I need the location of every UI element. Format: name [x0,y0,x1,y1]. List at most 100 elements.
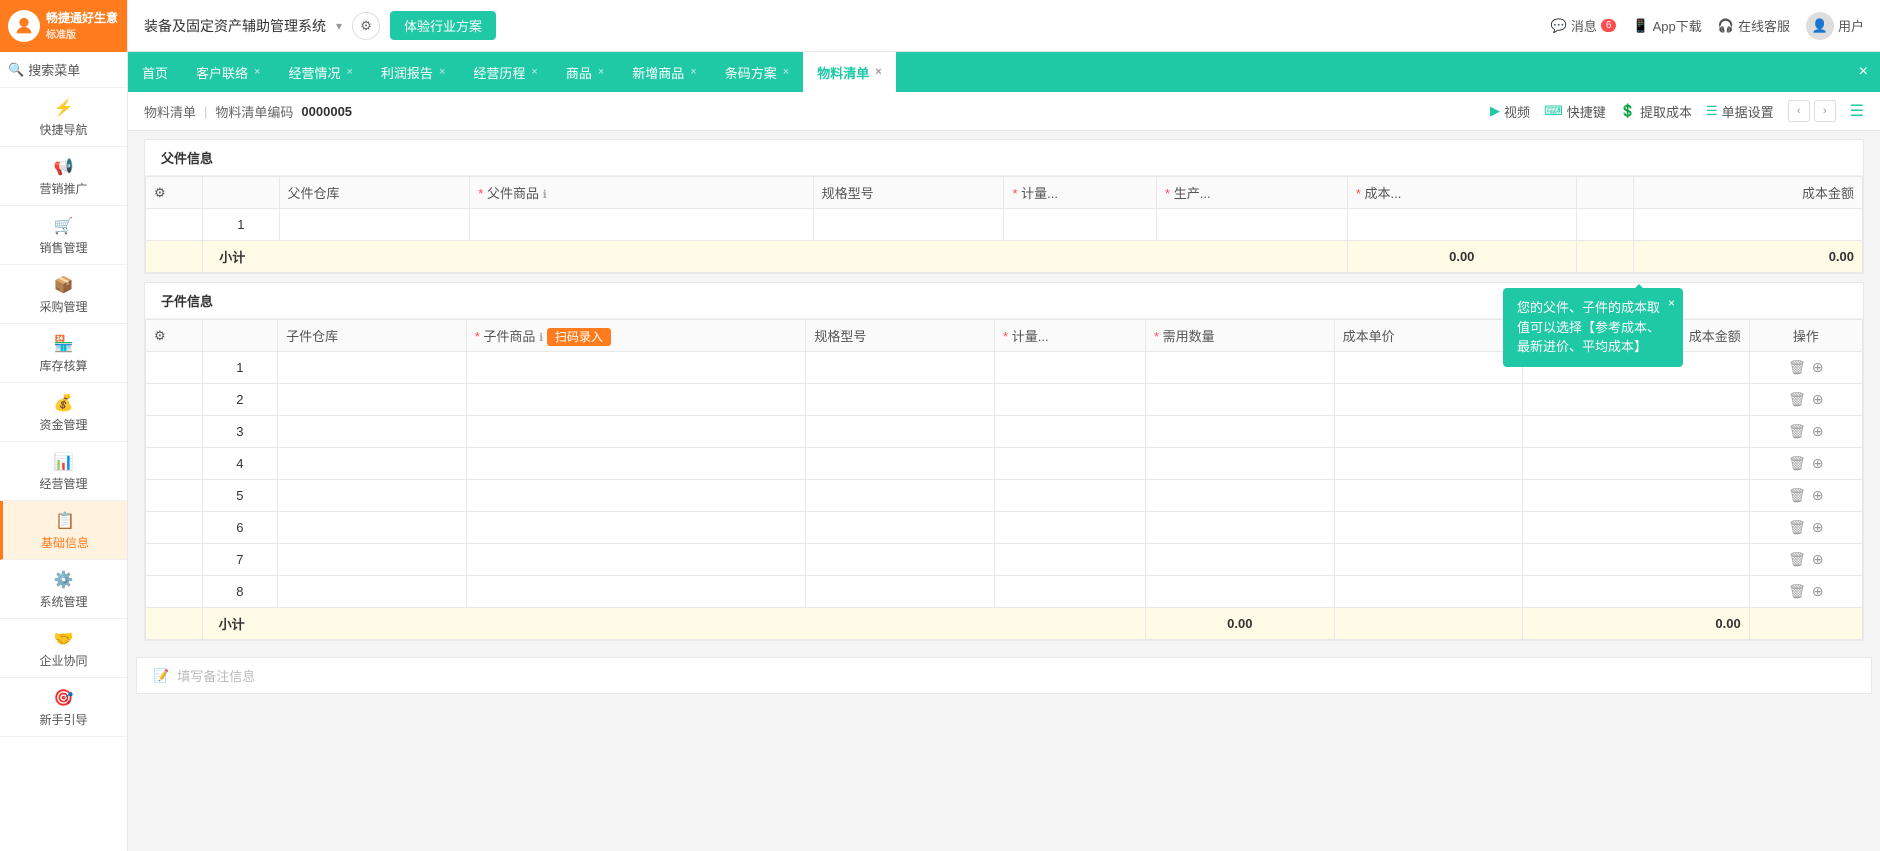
child-row-warehouse[interactable] [278,448,467,480]
child-row-product[interactable] [466,576,806,608]
child-row-warehouse[interactable] [278,384,467,416]
tab-operation-status-close[interactable]: × [346,66,352,78]
child-row-unit-cost[interactable] [1334,384,1523,416]
child-row-unit-cost[interactable] [1334,352,1523,384]
child-row-unit-cost[interactable] [1334,416,1523,448]
child-row-unit[interactable] [995,352,1146,384]
child-row-qty[interactable] [1145,384,1334,416]
child-row-warehouse[interactable] [278,352,467,384]
tab-customer-close[interactable]: × [254,66,260,78]
app-download-item[interactable]: 📱 App下载 [1632,16,1701,35]
sidebar-item-enterprise[interactable]: 🤝 企业协同 [0,619,127,678]
child-row-warehouse[interactable] [278,480,467,512]
copy-icon[interactable]: ⊕ [1812,551,1824,568]
child-row-unit-cost[interactable] [1334,448,1523,480]
copy-icon[interactable]: ⊕ [1812,487,1824,504]
child-row-product[interactable] [466,416,806,448]
child-row-warehouse[interactable] [278,416,467,448]
child-row-unit[interactable] [995,416,1146,448]
copy-icon[interactable]: ⊕ [1812,455,1824,472]
tab-product-close[interactable]: × [598,66,604,78]
settings-gear-button[interactable]: ⚙ [352,12,380,40]
child-row-unit-cost[interactable] [1334,544,1523,576]
tab-history[interactable]: 经营历程 × [459,52,551,92]
child-row-unit[interactable] [995,576,1146,608]
child-row-product[interactable] [466,384,806,416]
child-row-product[interactable] [466,512,806,544]
nav-prev-button[interactable]: ‹ [1788,100,1810,122]
child-product-help-icon[interactable]: ℹ [539,332,543,344]
parent-row1-product[interactable] [470,209,813,241]
tab-product[interactable]: 商品 × [552,52,618,92]
copy-icon[interactable]: ⊕ [1812,391,1824,408]
shortcut-toolbar-item[interactable]: ⌨ 快捷键 [1544,102,1606,121]
list-view-icon[interactable]: ☰ [1850,101,1864,121]
notifications-item[interactable]: 💬 消息 6 [1551,16,1617,35]
delete-icon[interactable]: 🗑 [1788,391,1806,408]
child-row-unit-cost[interactable] [1334,576,1523,608]
experience-button[interactable]: 体验行业方案 [390,11,496,40]
delete-icon[interactable]: 🗑 [1788,487,1806,504]
nav-close-all-button[interactable]: × [1847,63,1880,81]
parent-th-settings[interactable]: ⚙ [146,177,203,209]
child-row-warehouse[interactable] [278,512,467,544]
child-row-unit[interactable] [995,480,1146,512]
tab-customer[interactable]: 客户联络 × [182,52,274,92]
child-row-unit[interactable] [995,512,1146,544]
tab-profit-close[interactable]: × [439,66,445,78]
child-row-product[interactable] [466,480,806,512]
child-row-spec[interactable] [806,480,995,512]
parent-row1-production[interactable] [1157,209,1348,241]
child-row-unit-cost[interactable] [1334,480,1523,512]
delete-icon[interactable]: 🗑 [1788,551,1806,568]
child-row-product[interactable] [466,544,806,576]
tab-barcode[interactable]: 条码方案 × [711,52,803,92]
scan-input-button[interactable]: 扫码录入 [547,328,611,346]
copy-icon[interactable]: ⊕ [1812,423,1824,440]
breadcrumb-bom[interactable]: 物料清单 [144,102,196,121]
online-service-item[interactable]: 🎧 在线客服 [1718,16,1790,35]
child-row-qty[interactable] [1145,480,1334,512]
child-row-qty[interactable] [1145,448,1334,480]
sidebar-item-quick-nav[interactable]: ⚡ 快捷导航 [0,88,127,147]
child-row-product[interactable] [466,448,806,480]
tooltip-close-button[interactable]: × [1668,294,1675,312]
tab-profit[interactable]: 利润报告 × [367,52,459,92]
child-row-spec[interactable] [806,352,995,384]
copy-icon[interactable]: ⊕ [1812,519,1824,536]
child-row-spec[interactable] [806,512,995,544]
delete-icon[interactable]: 🗑 [1788,423,1806,440]
parent-row1-warehouse[interactable] [279,209,470,241]
copy-icon[interactable]: ⊕ [1812,583,1824,600]
sidebar-item-sales[interactable]: 🛒 销售管理 [0,206,127,265]
sidebar-item-system[interactable]: ⚙️ 系统管理 [0,560,127,619]
parent-row1-cost[interactable] [1347,209,1576,241]
tab-barcode-close[interactable]: × [783,66,789,78]
copy-icon[interactable]: ⊕ [1812,359,1824,376]
nav-next-button[interactable]: › [1814,100,1836,122]
note-placeholder[interactable]: 填写备注信息 [177,666,255,685]
sidebar-item-inventory[interactable]: 🏪 库存核算 [0,324,127,383]
sidebar-item-marketing[interactable]: 📢 营销推广 [0,147,127,206]
child-row-unit-cost[interactable] [1334,512,1523,544]
child-row-qty[interactable] [1145,512,1334,544]
child-row-warehouse[interactable] [278,544,467,576]
sidebar-item-purchase[interactable]: 📦 采购管理 [0,265,127,324]
child-row-unit[interactable] [995,384,1146,416]
child-row-unit[interactable] [995,544,1146,576]
parent-row1-unit[interactable] [1004,209,1157,241]
tab-home[interactable]: 首页 [128,52,182,92]
delete-icon[interactable]: 🗑 [1788,455,1806,472]
delete-icon[interactable]: 🗑 [1788,519,1806,536]
user-item[interactable]: 👤 用户 [1806,12,1864,40]
sidebar-item-basic[interactable]: 📋 基础信息 [0,501,127,560]
sidebar-search[interactable]: 🔍 搜索菜单 [0,52,127,88]
tab-new-product-close[interactable]: × [690,66,696,78]
child-row-spec[interactable] [806,384,995,416]
delete-icon[interactable]: 🗑 [1788,583,1806,600]
video-toolbar-item[interactable]: ▶ 视频 [1490,102,1530,121]
delete-icon[interactable]: 🗑 [1788,359,1806,376]
single-settings-toolbar-item[interactable]: ☰ 单据设置 [1706,102,1774,121]
child-row-qty[interactable] [1145,544,1334,576]
tab-new-product[interactable]: 新增商品 × [618,52,710,92]
